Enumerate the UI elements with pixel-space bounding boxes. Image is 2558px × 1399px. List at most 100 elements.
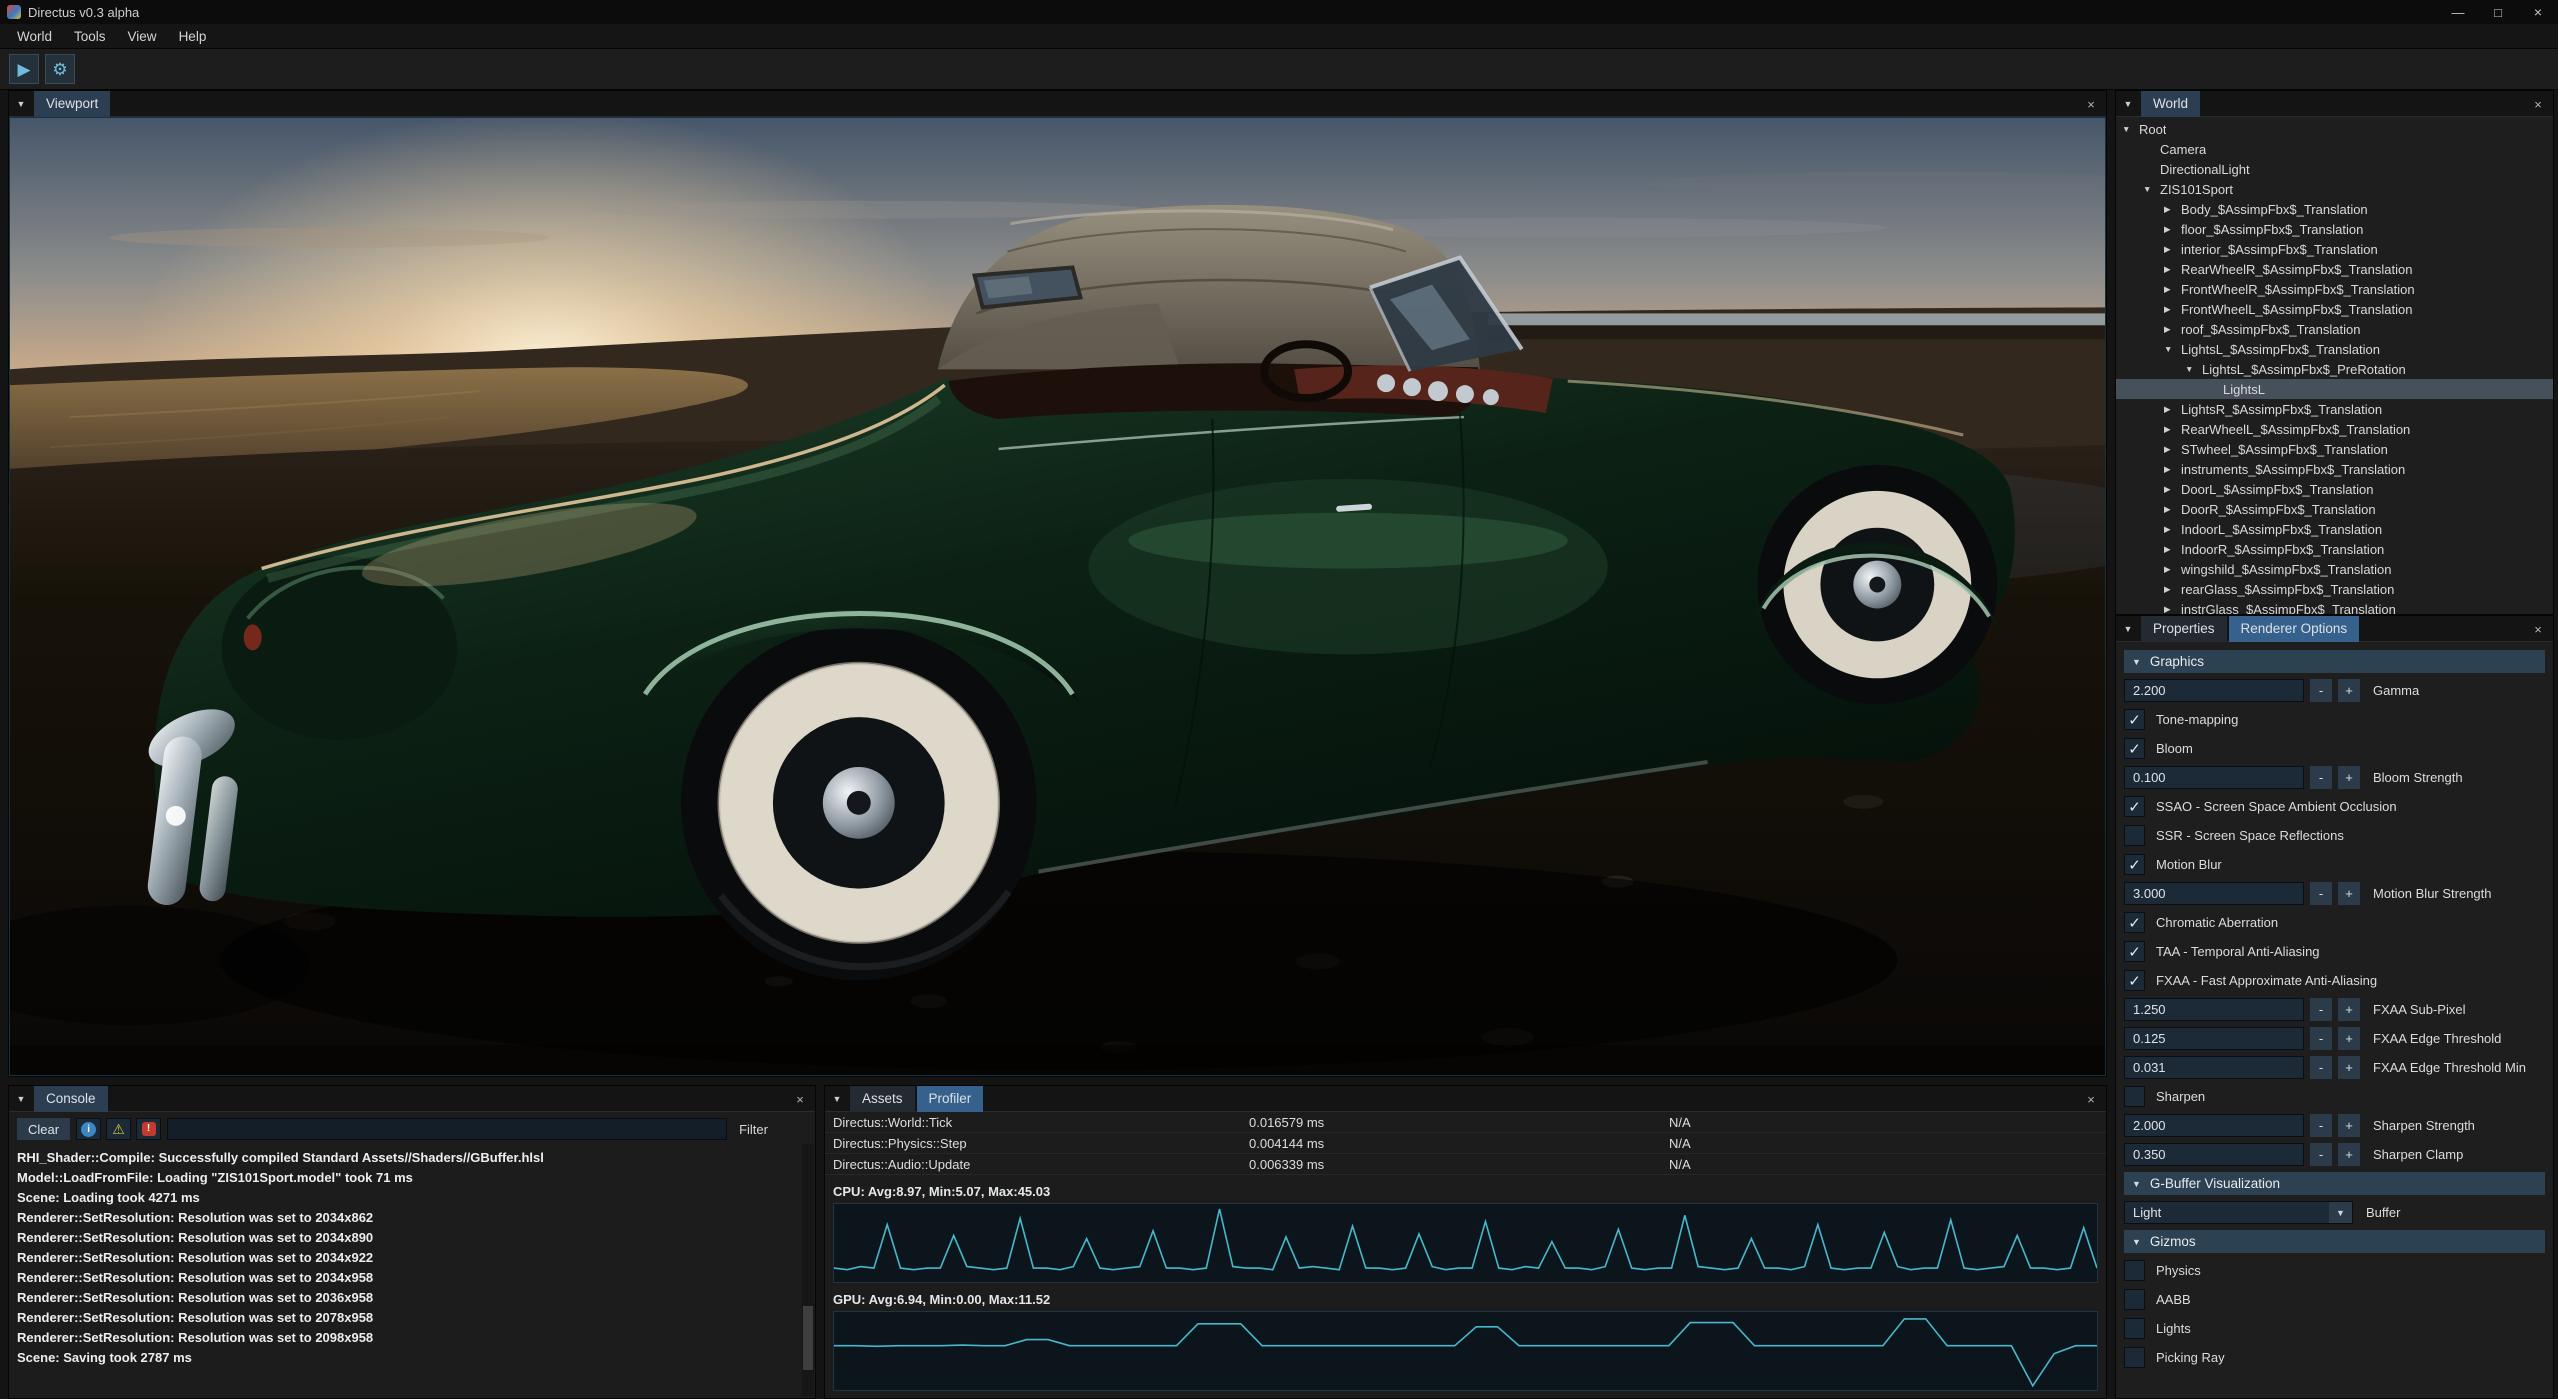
tree-item-lightsr-assimpfbx-translation[interactable]: ▶LightsR_$AssimpFbx$_Translation bbox=[2116, 399, 2553, 419]
tree-item-lightsl-assimpfbx-prerotation[interactable]: ▼LightsL_$AssimpFbx$_PreRotation bbox=[2116, 359, 2553, 379]
value-input-motion-blur-strength[interactable]: 3.000 bbox=[2124, 882, 2304, 905]
filter-warning-button[interactable]: ⚠ bbox=[106, 1118, 131, 1140]
tree-item-zis101sport[interactable]: ▼ZIS101Sport bbox=[2116, 179, 2553, 199]
tree-item-root[interactable]: ▼Root bbox=[2116, 119, 2553, 139]
properties-tab-renderer-options[interactable]: Renderer Options bbox=[2229, 616, 2360, 642]
collapse-arrow-icon[interactable]: ▼ bbox=[2122, 99, 2134, 109]
close-icon[interactable]: × bbox=[2530, 96, 2546, 112]
close-window-button[interactable]: × bbox=[2518, 0, 2558, 24]
chevron-right-icon[interactable]: ▶ bbox=[2164, 604, 2181, 615]
menu-item-help[interactable]: Help bbox=[168, 26, 218, 47]
settings-button[interactable]: ⚙ bbox=[45, 54, 75, 84]
increment-button[interactable]: + bbox=[2338, 679, 2360, 702]
tree-item-instruments-assimpfbx-translation[interactable]: ▶instruments_$AssimpFbx$_Translation bbox=[2116, 459, 2553, 479]
maximize-button[interactable]: □ bbox=[2478, 0, 2518, 24]
chevron-right-icon[interactable]: ▶ bbox=[2164, 524, 2181, 535]
chevron-right-icon[interactable]: ▶ bbox=[2164, 464, 2181, 475]
decrement-button[interactable]: - bbox=[2310, 679, 2332, 702]
checkbox-physics[interactable] bbox=[2124, 1260, 2145, 1281]
tab-world[interactable]: World bbox=[2141, 91, 2200, 117]
value-input-sharpen-clamp[interactable]: 0.350 bbox=[2124, 1143, 2304, 1166]
close-icon[interactable]: × bbox=[2083, 1091, 2099, 1107]
chevron-right-icon[interactable]: ▶ bbox=[2164, 204, 2181, 215]
console-scrollbar[interactable] bbox=[802, 1144, 814, 1396]
increment-button[interactable]: + bbox=[2338, 1027, 2360, 1050]
menu-item-world[interactable]: World bbox=[6, 26, 63, 47]
menu-item-view[interactable]: View bbox=[117, 26, 168, 47]
tree-item-stwheel-assimpfbx-translation[interactable]: ▶STwheel_$AssimpFbx$_Translation bbox=[2116, 439, 2553, 459]
decrement-button[interactable]: - bbox=[2310, 1027, 2332, 1050]
tree-item-wingshild-assimpfbx-translation[interactable]: ▶wingshild_$AssimpFbx$_Translation bbox=[2116, 559, 2553, 579]
viewport-canvas[interactable] bbox=[9, 117, 2106, 1076]
tree-item-indoorr-assimpfbx-translation[interactable]: ▶IndoorR_$AssimpFbx$_Translation bbox=[2116, 539, 2553, 559]
tree-item-doorr-assimpfbx-translation[interactable]: ▶DoorR_$AssimpFbx$_Translation bbox=[2116, 499, 2553, 519]
decrement-button[interactable]: - bbox=[2310, 1143, 2332, 1166]
console-filter-input[interactable] bbox=[167, 1118, 727, 1140]
tree-item-lightsl[interactable]: LightsL bbox=[2116, 379, 2553, 399]
chevron-right-icon[interactable]: ▶ bbox=[2164, 484, 2181, 495]
chevron-down-icon[interactable]: ▼ bbox=[2164, 344, 2181, 354]
decrement-button[interactable]: - bbox=[2310, 1056, 2332, 1079]
collapse-arrow-icon[interactable]: ▼ bbox=[831, 1094, 843, 1104]
value-input-gamma[interactable]: 2.200 bbox=[2124, 679, 2304, 702]
tree-item-rearglass-assimpfbx-translation[interactable]: ▶rearGlass_$AssimpFbx$_Translation bbox=[2116, 579, 2553, 599]
chevron-right-icon[interactable]: ▶ bbox=[2164, 584, 2181, 595]
increment-button[interactable]: + bbox=[2338, 1114, 2360, 1137]
checkbox-taa-temporal-anti-aliasing[interactable]: ✓ bbox=[2124, 941, 2145, 962]
filter-info-button[interactable]: i bbox=[76, 1118, 101, 1140]
tree-item-roof-assimpfbx-translation[interactable]: ▶roof_$AssimpFbx$_Translation bbox=[2116, 319, 2553, 339]
chevron-right-icon[interactable]: ▶ bbox=[2164, 304, 2181, 315]
tab-viewport[interactable]: Viewport bbox=[34, 91, 110, 117]
chevron-right-icon[interactable]: ▶ bbox=[2164, 544, 2181, 555]
checkbox-ssao-screen-space-ambient-occlusion[interactable]: ✓ bbox=[2124, 796, 2145, 817]
increment-button[interactable]: + bbox=[2338, 1143, 2360, 1166]
decrement-button[interactable]: - bbox=[2310, 766, 2332, 789]
checkbox-chromatic-aberration[interactable]: ✓ bbox=[2124, 912, 2145, 933]
checkbox-ssr-screen-space-reflections[interactable] bbox=[2124, 825, 2145, 846]
tree-item-instrglass-assimpfbx-translation[interactable]: ▶instrGlass_$AssimpFbx$_Translation bbox=[2116, 599, 2553, 614]
decrement-button[interactable]: - bbox=[2310, 998, 2332, 1021]
bottom-tab-assets[interactable]: Assets bbox=[850, 1086, 915, 1112]
checkbox-tone-mapping[interactable]: ✓ bbox=[2124, 709, 2145, 730]
chevron-right-icon[interactable]: ▶ bbox=[2164, 404, 2181, 415]
chevron-right-icon[interactable]: ▶ bbox=[2164, 224, 2181, 235]
value-input-bloom-strength[interactable]: 0.100 bbox=[2124, 766, 2304, 789]
collapse-arrow-icon[interactable]: ▼ bbox=[15, 1094, 27, 1104]
close-icon[interactable]: × bbox=[792, 1091, 808, 1107]
chevron-right-icon[interactable]: ▶ bbox=[2164, 264, 2181, 275]
minimize-button[interactable]: — bbox=[2438, 0, 2478, 24]
chevron-down-icon[interactable]: ▼ bbox=[2143, 184, 2160, 194]
chevron-right-icon[interactable]: ▶ bbox=[2164, 564, 2181, 575]
tree-item-rearwheelr-assimpfbx-translation[interactable]: ▶RearWheelR_$AssimpFbx$_Translation bbox=[2116, 259, 2553, 279]
checkbox-bloom[interactable]: ✓ bbox=[2124, 738, 2145, 759]
chevron-right-icon[interactable]: ▶ bbox=[2164, 244, 2181, 255]
section-header-g-buffer-visualization[interactable]: ▼G-Buffer Visualization bbox=[2124, 1172, 2545, 1195]
section-header-graphics[interactable]: ▼Graphics bbox=[2124, 650, 2545, 673]
chevron-right-icon[interactable]: ▶ bbox=[2164, 324, 2181, 335]
collapse-arrow-icon[interactable]: ▼ bbox=[2122, 624, 2134, 634]
checkbox-picking-ray[interactable] bbox=[2124, 1347, 2145, 1368]
checkbox-fxaa-fast-approximate-anti-aliasing[interactable]: ✓ bbox=[2124, 970, 2145, 991]
tree-item-frontwheell-assimpfbx-translation[interactable]: ▶FrontWheelL_$AssimpFbx$_Translation bbox=[2116, 299, 2553, 319]
tree-item-frontwheelr-assimpfbx-translation[interactable]: ▶FrontWheelR_$AssimpFbx$_Translation bbox=[2116, 279, 2553, 299]
buffer-select[interactable]: Light▼ bbox=[2124, 1201, 2353, 1224]
tree-item-camera[interactable]: Camera bbox=[2116, 139, 2553, 159]
close-icon[interactable]: × bbox=[2083, 96, 2099, 112]
chevron-down-icon[interactable]: ▼ bbox=[2122, 124, 2139, 134]
properties-tab-properties[interactable]: Properties bbox=[2141, 616, 2227, 642]
increment-button[interactable]: + bbox=[2338, 766, 2360, 789]
value-input-fxaa-edge-threshold[interactable]: 0.125 bbox=[2124, 1027, 2304, 1050]
tree-item-interior-assimpfbx-translation[interactable]: ▶interior_$AssimpFbx$_Translation bbox=[2116, 239, 2553, 259]
tree-item-lightsl-assimpfbx-translation[interactable]: ▼LightsL_$AssimpFbx$_Translation bbox=[2116, 339, 2553, 359]
checkbox-sharpen[interactable] bbox=[2124, 1086, 2145, 1107]
tree-item-doorl-assimpfbx-translation[interactable]: ▶DoorL_$AssimpFbx$_Translation bbox=[2116, 479, 2553, 499]
increment-button[interactable]: + bbox=[2338, 998, 2360, 1021]
decrement-button[interactable]: - bbox=[2310, 1114, 2332, 1137]
chevron-right-icon[interactable]: ▶ bbox=[2164, 444, 2181, 455]
checkbox-aabb[interactable] bbox=[2124, 1289, 2145, 1310]
decrement-button[interactable]: - bbox=[2310, 882, 2332, 905]
section-header-gizmos[interactable]: ▼Gizmos bbox=[2124, 1230, 2545, 1253]
tree-item-floor-assimpfbx-translation[interactable]: ▶floor_$AssimpFbx$_Translation bbox=[2116, 219, 2553, 239]
checkbox-lights[interactable] bbox=[2124, 1318, 2145, 1339]
bottom-tab-profiler[interactable]: Profiler bbox=[917, 1086, 984, 1112]
